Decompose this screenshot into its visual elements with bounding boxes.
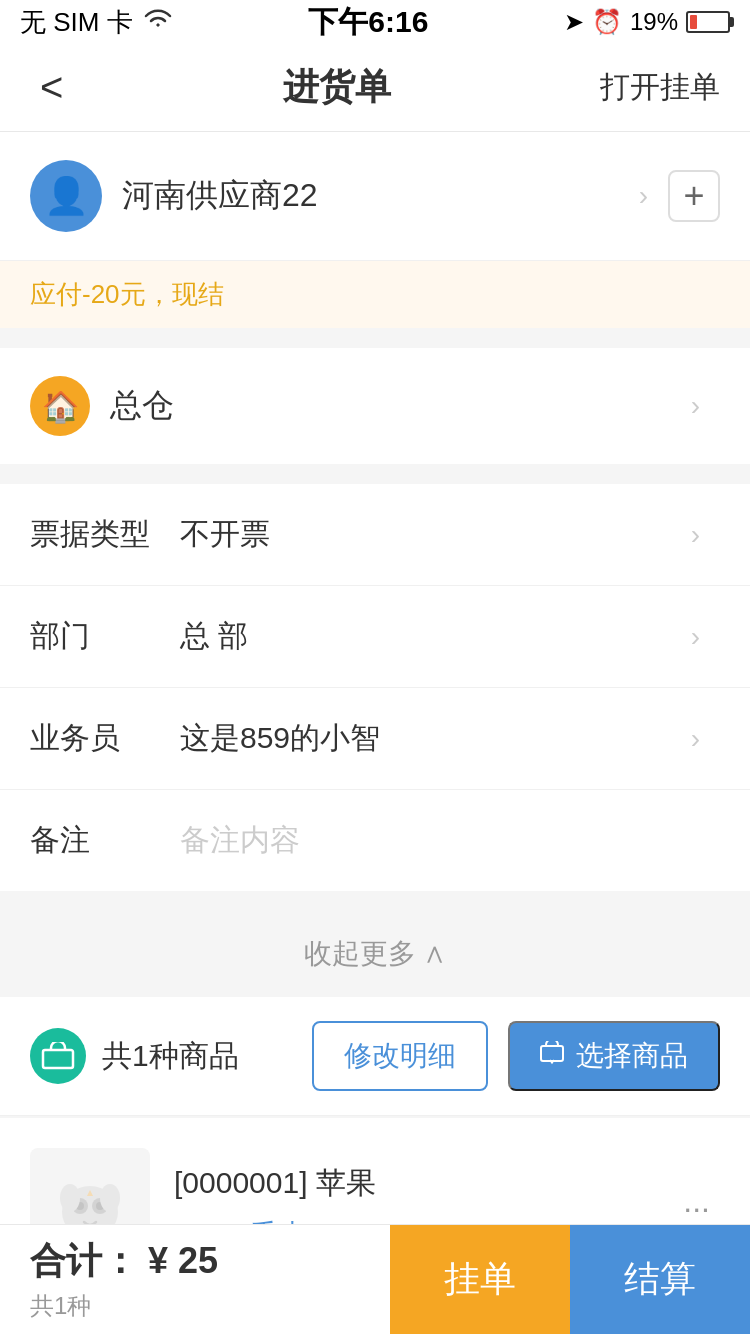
total-section: 合计： ¥ 25 共1种 <box>0 1237 390 1322</box>
add-button[interactable]: + <box>668 170 720 222</box>
alarm-icon: ⏰ <box>592 8 622 36</box>
select-product-button[interactable]: 选择商品 <box>508 1021 720 1091</box>
checkout-button[interactable]: 结算 <box>570 1225 750 1334</box>
chevron-right-icon: › <box>691 723 700 755</box>
warehouse-row[interactable]: 🏠 总仓 › <box>0 348 750 464</box>
warehouse-name: 总仓 <box>110 384 691 428</box>
total-amount: 合计： ¥ 25 <box>30 1237 360 1286</box>
product-code: [0000001] <box>174 1166 307 1199</box>
avatar: 👤 <box>30 160 102 232</box>
chevron-right-icon: › <box>691 519 700 551</box>
form-section: 票据类型 不开票 › 部门 总 部 › 业务员 这是859的小智 › 备注 备注… <box>0 484 750 891</box>
total-count: 共1种 <box>30 1290 360 1322</box>
select-btn-label: 选择商品 <box>576 1037 688 1075</box>
battery-percent: 19% <box>630 8 678 36</box>
user-icon: 👤 <box>44 175 89 217</box>
svg-point-8 <box>60 1184 80 1212</box>
svg-rect-0 <box>43 1050 73 1068</box>
wifi-icon <box>143 7 173 38</box>
department-row[interactable]: 部门 总 部 › <box>0 586 750 688</box>
chevron-right-icon: › <box>691 390 700 422</box>
chevron-right-icon: › <box>639 180 648 212</box>
status-time: 下午6:16 <box>308 2 428 43</box>
page-title: 进货单 <box>283 63 391 112</box>
remark-label: 备注 <box>30 820 160 861</box>
status-carrier: 无 SIM 卡 <box>20 5 173 40</box>
main-content: 👤 河南供应商22 › + 应付-20元，现结 🏠 总仓 › 票据类型 不开票 … <box>0 132 750 1334</box>
chevron-right-icon: › <box>691 621 700 653</box>
location-icon: ➤ <box>564 8 584 36</box>
svg-rect-1 <box>541 1046 563 1061</box>
department-value: 总 部 <box>160 616 691 657</box>
supplier-name: 河南供应商22 <box>122 174 639 218</box>
back-button[interactable]: < <box>30 55 73 120</box>
products-header: 共1种商品 修改明细 选择商品 <box>0 997 750 1116</box>
warehouse-section[interactable]: 🏠 总仓 › <box>0 348 750 464</box>
department-label: 部门 <box>30 616 160 657</box>
products-icon <box>30 1028 86 1084</box>
open-hang-button[interactable]: 打开挂单 <box>600 67 720 108</box>
carrier-text: 无 SIM 卡 <box>20 5 133 40</box>
staff-row[interactable]: 业务员 这是859的小智 › <box>0 688 750 790</box>
home-icon: 🏠 <box>42 389 79 424</box>
battery-fill <box>690 15 697 29</box>
hang-button[interactable]: 挂单 <box>390 1225 570 1334</box>
total-value: ¥ 25 <box>148 1240 218 1281</box>
remark-input[interactable]: 备注内容 <box>160 820 720 861</box>
status-right: ➤ ⏰ 19% <box>564 8 730 36</box>
product-name: [0000001] 苹果 <box>174 1163 673 1204</box>
invoice-label: 票据类型 <box>30 514 160 555</box>
status-bar: 无 SIM 卡 下午6:16 ➤ ⏰ 19% <box>0 0 750 44</box>
nav-bar: < 进货单 打开挂单 <box>0 44 750 132</box>
notice-bar: 应付-20元，现结 <box>0 261 750 328</box>
supplier-row[interactable]: 👤 河南供应商22 › + <box>0 132 750 261</box>
products-count: 共1种商品 <box>102 1036 312 1077</box>
edit-detail-button[interactable]: 修改明细 <box>312 1021 488 1091</box>
battery-icon <box>686 11 730 33</box>
svg-point-9 <box>100 1184 120 1212</box>
invoice-value: 不开票 <box>160 514 691 555</box>
warehouse-icon: 🏠 <box>30 376 90 436</box>
remark-row[interactable]: 备注 备注内容 <box>0 790 750 891</box>
bottom-bar: 合计： ¥ 25 共1种 挂单 结算 <box>0 1224 750 1334</box>
staff-label: 业务员 <box>30 718 160 759</box>
invoice-row[interactable]: 票据类型 不开票 › <box>0 484 750 586</box>
collapse-bar[interactable]: 收起更多 ∧ <box>0 911 750 997</box>
supplier-section: 👤 河南供应商22 › + 应付-20元，现结 <box>0 132 750 328</box>
staff-value: 这是859的小智 <box>160 718 691 759</box>
total-label: 合计： <box>30 1240 138 1281</box>
cart-icon <box>540 1040 568 1072</box>
product-title: 苹果 <box>316 1166 376 1199</box>
